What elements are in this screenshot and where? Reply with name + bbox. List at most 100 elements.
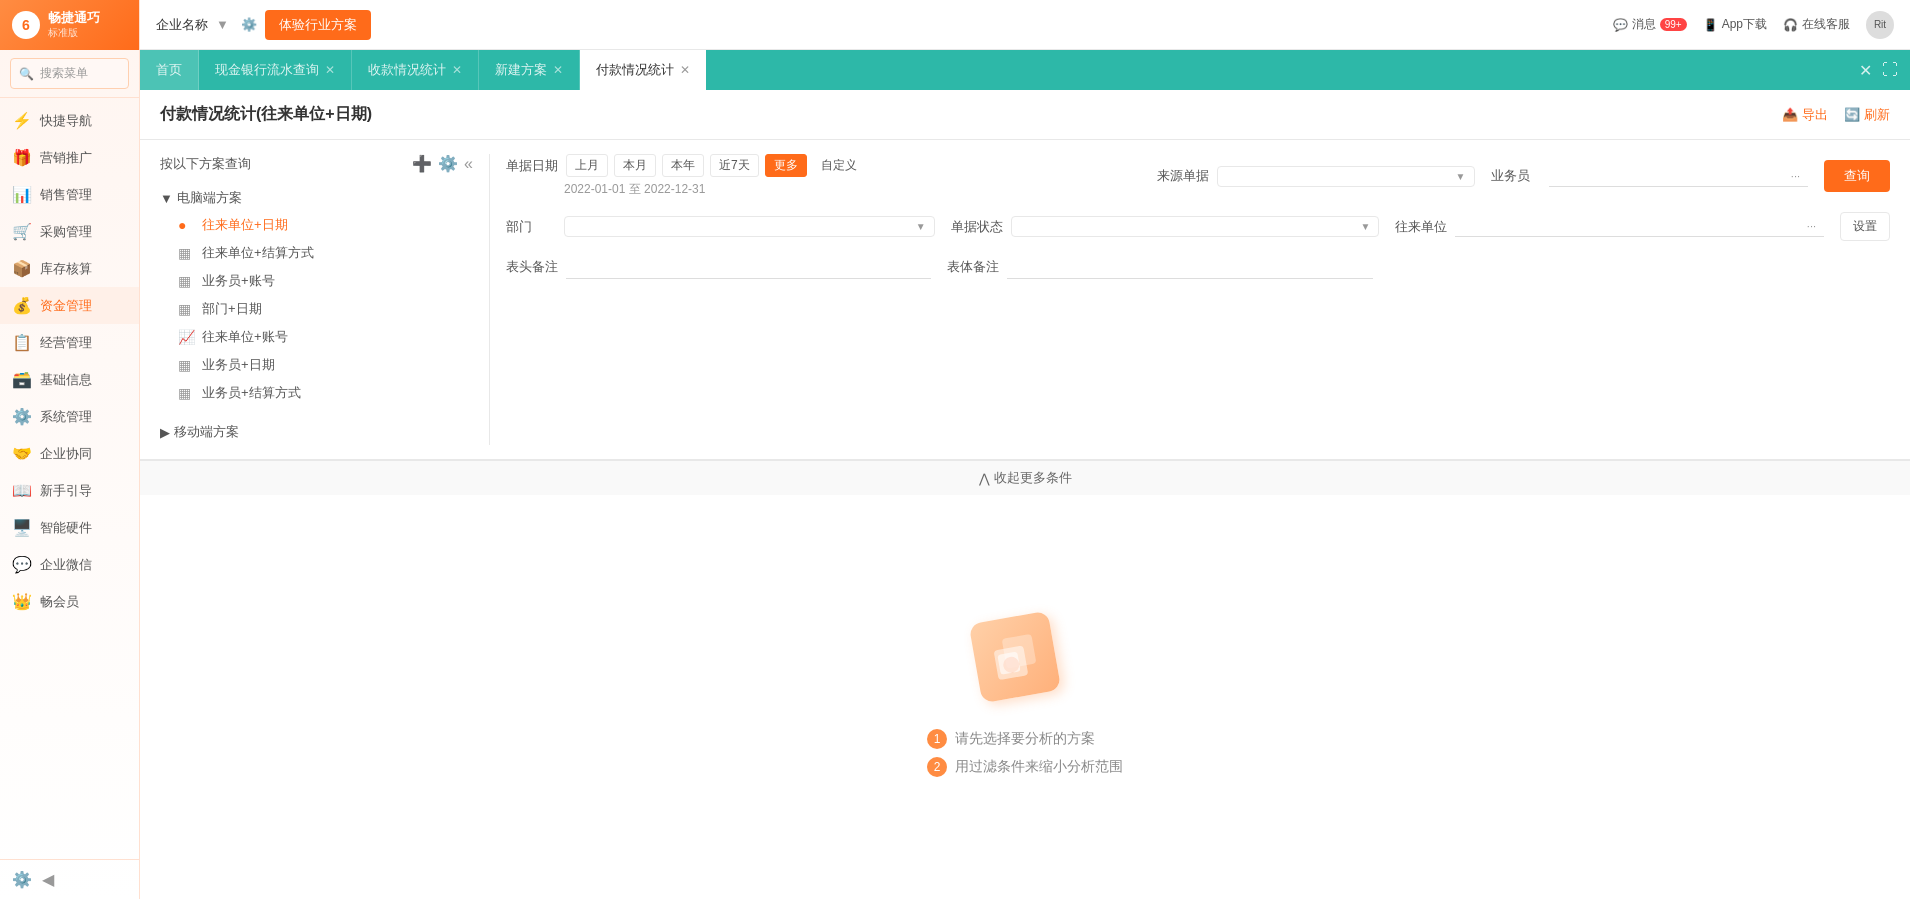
refresh-button[interactable]: 🔄 刷新 — [1844, 106, 1890, 124]
desktop-group-arrow: ▼ — [160, 191, 173, 206]
scheme-icon-partner-date: ● — [178, 217, 196, 233]
date-label: 单据日期 — [506, 157, 558, 175]
filter-source-doc-field: 来源单据 ▼ — [1157, 166, 1475, 187]
filter-right: 单据日期 上月 本月 本年 近7天 更多 自定义 2022-01-0 — [506, 154, 1890, 445]
sidebar-item-enterprise[interactable]: 🤝 企业协同 — [0, 435, 139, 472]
user-avatar[interactable]: Rit — [1866, 11, 1894, 39]
scheme-actions: ➕ ⚙️ « — [412, 154, 473, 173]
tab-close-receivable-stats[interactable]: ✕ — [452, 63, 462, 77]
partner-label: 往来单位 — [1395, 218, 1447, 236]
page-header-actions: 📤 导出 🔄 刷新 — [1782, 106, 1890, 124]
empty-hint-2: 2 用过滤条件来缩小分析范围 — [927, 757, 1123, 777]
app-download-button[interactable]: 📱 App下载 — [1703, 16, 1767, 33]
dept-select[interactable]: ▼ — [564, 216, 935, 237]
sidebar-item-guide[interactable]: 📖 新手引导 — [0, 472, 139, 509]
desktop-group-title[interactable]: ▼ 电脑端方案 — [160, 185, 473, 211]
scheme-icon-dept-date: ▦ — [178, 301, 196, 317]
date-btn-custom[interactable]: 自定义 — [813, 155, 865, 176]
date-btn-this-year[interactable]: 本年 — [662, 154, 704, 177]
sidebar-item-sales[interactable]: 📊 销售管理 — [0, 176, 139, 213]
collapse-sidebar-icon[interactable]: ◀ — [42, 870, 54, 889]
guide-icon: 📖 — [12, 481, 32, 500]
company-dropdown-icon[interactable]: ▼ — [216, 17, 229, 32]
tab-close-payment-stats[interactable]: ✕ — [680, 63, 690, 77]
filter-salesman-field: 业务员 ··· — [1491, 166, 1809, 187]
source-doc-select[interactable]: ▼ — [1217, 166, 1475, 187]
export-icon: 📤 — [1782, 107, 1798, 122]
date-btn-this-month[interactable]: 本月 — [614, 154, 656, 177]
basic-icon: 🗃️ — [12, 370, 32, 389]
source-doc-label: 来源单据 — [1157, 167, 1209, 185]
collapse-more-button[interactable]: ⋀ 收起更多条件 — [979, 469, 1072, 487]
notifications-button[interactable]: 💬 消息 99+ — [1613, 16, 1687, 33]
salesman-more-icon[interactable]: ··· — [1791, 170, 1800, 182]
export-button[interactable]: 📤 导出 — [1782, 106, 1828, 124]
sidebar-item-wechat[interactable]: 💬 企业微信 — [0, 546, 139, 583]
tab-close-new-scheme[interactable]: ✕ — [553, 63, 563, 77]
scheme-partner-settle[interactable]: ▦ 往来单位+结算方式 — [170, 239, 473, 267]
notification-icon: 💬 — [1613, 18, 1628, 32]
date-btn-last-month[interactable]: 上月 — [566, 154, 608, 177]
trial-button[interactable]: 体验行业方案 — [265, 10, 371, 40]
doc-status-select[interactable]: ▼ — [1011, 216, 1380, 237]
header-note-label: 表头备注 — [506, 258, 558, 276]
query-button[interactable]: 查询 — [1824, 160, 1890, 192]
tab-payment-stats[interactable]: 付款情况统计 ✕ — [580, 50, 706, 90]
collapse-scheme-icon[interactable]: « — [464, 155, 473, 173]
vip-icon: 👑 — [12, 592, 32, 611]
tab-bank-flow[interactable]: 现金银行流水查询 ✕ — [199, 50, 352, 90]
mobile-group-title[interactable]: ▶ 移动端方案 — [160, 419, 473, 445]
tab-home[interactable]: 首页 — [140, 50, 199, 90]
settings-icon[interactable]: ⚙️ — [241, 17, 257, 32]
sidebar-item-quick-nav[interactable]: ⚡ 快捷导航 — [0, 102, 139, 139]
sidebar-item-basic[interactable]: 🗃️ 基础信息 — [0, 361, 139, 398]
sidebar-item-purchase[interactable]: 🛒 采购管理 — [0, 213, 139, 250]
sidebar-item-inventory[interactable]: 📦 库存核算 — [0, 250, 139, 287]
scheme-partner-account[interactable]: 📈 往来单位+账号 — [170, 323, 473, 351]
scheme-salesman-account[interactable]: ▦ 业务员+账号 — [170, 267, 473, 295]
tab-new-scheme[interactable]: 新建方案 ✕ — [479, 50, 580, 90]
filter-date-field: 单据日期 上月 本月 本年 近7天 更多 自定义 2022-01-0 — [506, 154, 1141, 198]
partner-select[interactable]: ··· — [1455, 216, 1824, 237]
sidebar-item-fund[interactable]: 💰 资金管理 — [0, 287, 139, 324]
tab-receivable-stats[interactable]: 收款情况统计 ✕ — [352, 50, 479, 90]
sidebar-item-system[interactable]: ⚙️ 系统管理 — [0, 398, 139, 435]
empty-hints: 1 请先选择要分析的方案 2 用过滤条件来缩小分析范围 — [927, 729, 1123, 777]
settings-button[interactable]: 设置 — [1840, 212, 1890, 241]
sidebar-item-operation[interactable]: 📋 经营管理 — [0, 324, 139, 361]
date-btn-7days[interactable]: 近7天 — [710, 154, 759, 177]
body-note-input[interactable] — [1007, 255, 1372, 279]
scheme-settings-icon[interactable]: ⚙️ — [438, 154, 458, 173]
tab-close-all-icon[interactable]: ✕ — [1859, 61, 1872, 80]
sidebar-item-vip[interactable]: 👑 畅会员 — [0, 583, 139, 620]
salesman-select[interactable]: ··· — [1549, 166, 1809, 187]
customer-service-button[interactable]: 🎧 在线客服 — [1783, 16, 1850, 33]
top-bar: 企业名称 ▼ ⚙️ 体验行业方案 💬 消息 99+ 📱 App下载 🎧 在线客服… — [140, 0, 1910, 50]
scheme-panel-header: 按以下方案查询 ➕ ⚙️ « — [160, 154, 473, 173]
search-icon: 🔍 — [19, 67, 34, 81]
search-menu-button[interactable]: 🔍 搜索菜单 — [10, 58, 129, 89]
page-content: 付款情况统计(往来单位+日期) 📤 导出 🔄 刷新 按以下方案查询 ➕ — [140, 90, 1910, 899]
partner-more-icon[interactable]: ··· — [1807, 220, 1816, 232]
scheme-dept-date[interactable]: ▦ 部门+日期 — [170, 295, 473, 323]
dept-dropdown-icon: ▼ — [916, 221, 926, 232]
settings-footer-icon[interactable]: ⚙️ — [12, 870, 32, 889]
tab-close-bank-flow[interactable]: ✕ — [325, 63, 335, 77]
sidebar-footer: ⚙️ ◀ — [0, 859, 139, 899]
scheme-partner-date[interactable]: ● 往来单位+日期 — [170, 211, 473, 239]
logo-icon: 6 — [12, 11, 40, 39]
tab-maximize-icon[interactable]: ⛶ — [1882, 61, 1898, 79]
scheme-salesman-settle[interactable]: ▦ 业务员+结算方式 — [170, 379, 473, 407]
header-note-input[interactable] — [566, 255, 931, 279]
mobile-scheme-group: ▶ 移动端方案 — [160, 419, 473, 445]
scheme-panel: 按以下方案查询 ➕ ⚙️ « ▼ 电脑端方案 ● — [160, 154, 490, 445]
scheme-salesman-date[interactable]: ▦ 业务员+日期 — [170, 351, 473, 379]
add-scheme-icon[interactable]: ➕ — [412, 154, 432, 173]
body-note-label: 表体备注 — [947, 258, 999, 276]
empty-hint-1: 1 请先选择要分析的方案 — [927, 729, 1123, 749]
notification-badge: 99+ — [1660, 18, 1687, 31]
purchase-icon: 🛒 — [12, 222, 32, 241]
date-btn-more[interactable]: 更多 — [765, 154, 807, 177]
sidebar-item-marketing[interactable]: 🎁 营销推广 — [0, 139, 139, 176]
sidebar-item-hardware[interactable]: 🖥️ 智能硬件 — [0, 509, 139, 546]
